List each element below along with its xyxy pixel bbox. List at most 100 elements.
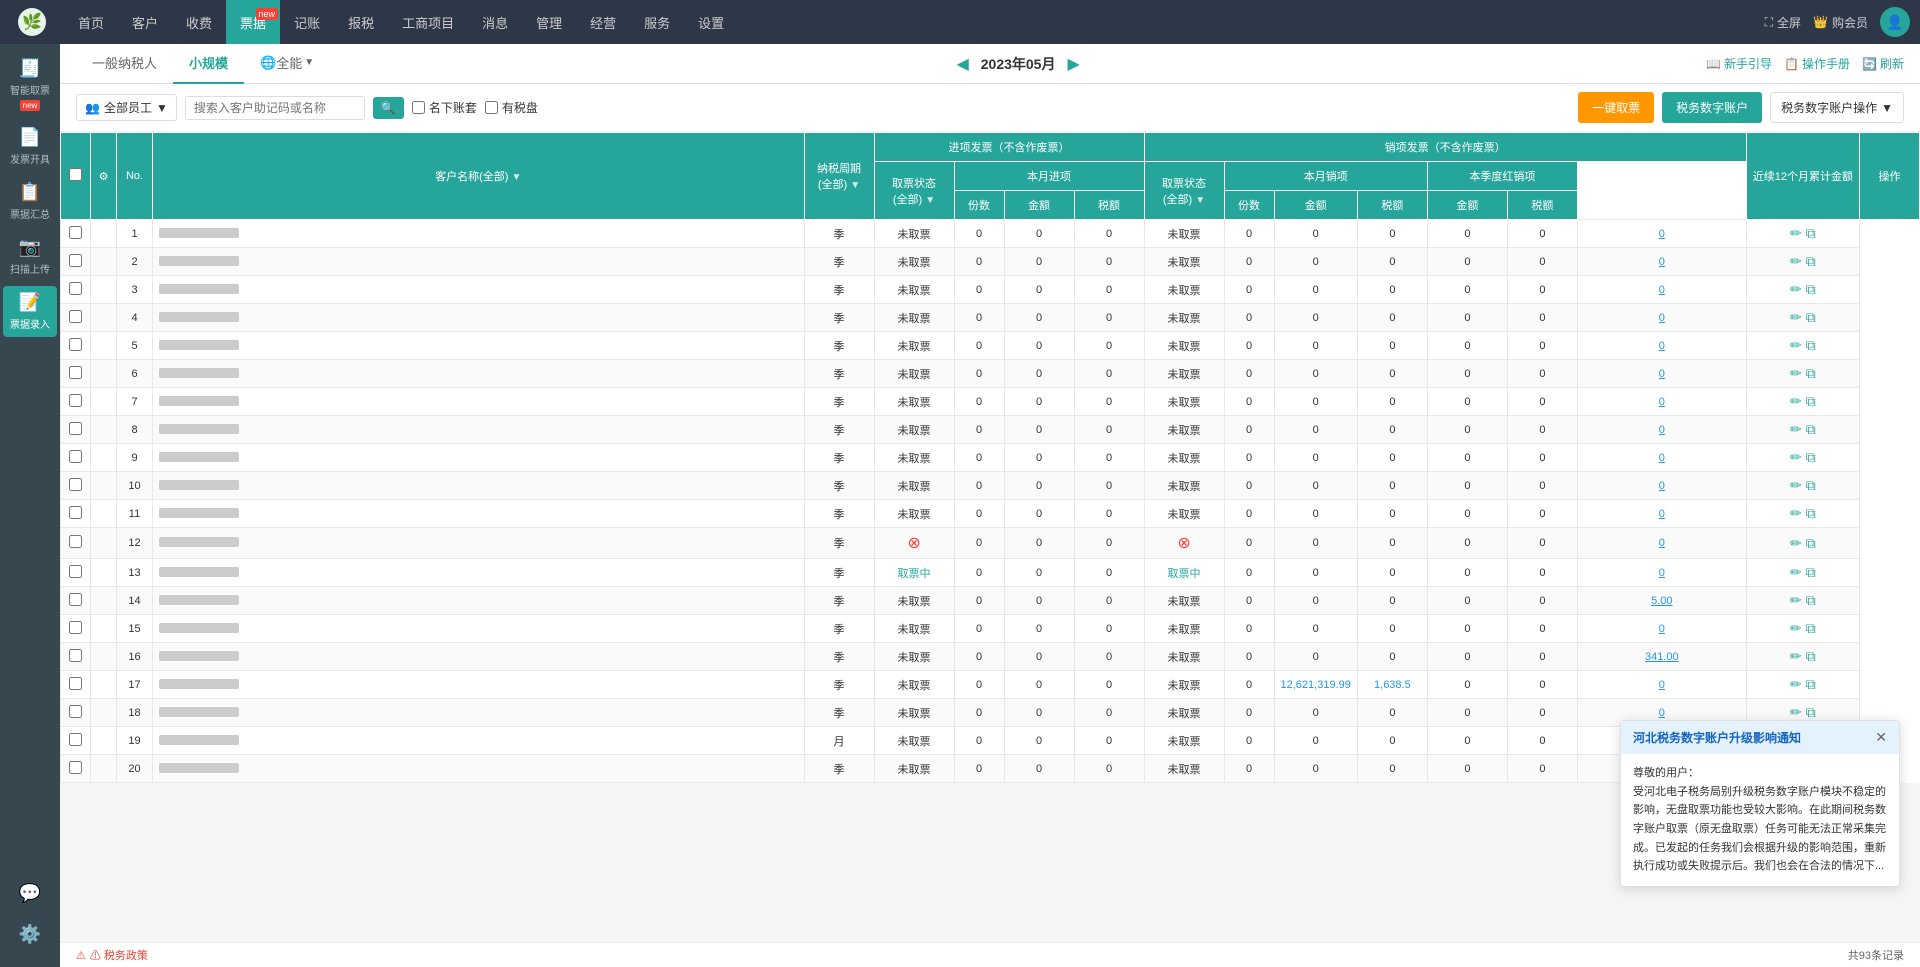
edit-btn[interactable]: ✏ — [1790, 281, 1802, 298]
edit-btn[interactable]: ✏ — [1790, 704, 1802, 721]
has-tax-disk-checkbox[interactable]: 有税盘 — [485, 99, 538, 116]
edit-btn[interactable]: ✏ — [1790, 477, 1802, 494]
column-settings-icon[interactable]: ⚙ — [99, 171, 109, 183]
row-checkbox[interactable] — [69, 366, 82, 379]
sidebar-item-issue-invoice[interactable]: 📄 发票开具 — [3, 121, 57, 172]
copy-btn[interactable]: ⧉ — [1806, 648, 1816, 665]
cumulative-value[interactable]: 0 — [1659, 567, 1665, 579]
has-tax-disk-check[interactable] — [485, 101, 498, 114]
under-account-check[interactable] — [412, 101, 425, 114]
refresh-btn[interactable]: 🔄 刷新 — [1862, 55, 1904, 72]
sidebar-item-settings-bottom[interactable]: ⚙️ — [3, 918, 57, 951]
copy-btn[interactable]: ⧉ — [1806, 676, 1816, 693]
nav-service[interactable]: 服务 — [630, 0, 684, 44]
cumulative-value[interactable]: 0 — [1659, 508, 1665, 520]
row-checkbox[interactable] — [69, 394, 82, 407]
edit-btn[interactable]: ✏ — [1790, 564, 1802, 581]
tax-policy-link[interactable]: ⚠ ⚠ 税务政策 — [76, 947, 148, 963]
manual-btn[interactable]: 📋 操作手册 — [1784, 55, 1850, 72]
edit-btn[interactable]: ✏ — [1790, 535, 1802, 552]
one-click-ticket-btn[interactable]: 一键取票 — [1578, 92, 1654, 123]
tax-digital-account-btn[interactable]: 税务数字账户 — [1662, 92, 1762, 123]
nav-settings[interactable]: 设置 — [684, 0, 738, 44]
edit-btn[interactable]: ✏ — [1790, 449, 1802, 466]
cumulative-value[interactable]: 0 — [1659, 707, 1665, 719]
copy-btn[interactable]: ⧉ — [1806, 449, 1816, 466]
copy-btn[interactable]: ⧉ — [1806, 337, 1816, 354]
edit-btn[interactable]: ✏ — [1790, 365, 1802, 382]
copy-btn[interactable]: ⧉ — [1806, 421, 1816, 438]
nav-management[interactable]: 管理 — [522, 0, 576, 44]
edit-btn[interactable]: ✏ — [1790, 648, 1802, 665]
copy-btn[interactable]: ⧉ — [1806, 281, 1816, 298]
search-input[interactable] — [185, 96, 365, 120]
sidebar-item-help[interactable]: 💬 — [3, 877, 57, 910]
cumulative-value[interactable]: 5.00 — [1651, 595, 1672, 607]
tax-digital-operations-btn[interactable]: 税务数字账户操作 ▼ — [1770, 92, 1904, 123]
nav-invoice[interactable]: 票据 new — [226, 0, 280, 44]
row-checkbox[interactable] — [69, 593, 82, 606]
edit-btn[interactable]: ✏ — [1790, 620, 1802, 637]
row-checkbox[interactable] — [69, 565, 82, 578]
row-checkbox[interactable] — [69, 649, 82, 662]
copy-btn[interactable]: ⧉ — [1806, 505, 1816, 522]
nav-billing[interactable]: 收费 — [172, 0, 226, 44]
tab-general-taxpayer[interactable]: 一般纳税人 — [76, 44, 173, 84]
nav-message[interactable]: 消息 — [468, 0, 522, 44]
row-checkbox[interactable] — [69, 450, 82, 463]
under-account-checkbox[interactable]: 名下账套 — [412, 99, 477, 116]
row-checkbox[interactable] — [69, 621, 82, 634]
copy-btn[interactable]: ⧉ — [1806, 309, 1816, 326]
fullscreen-btn[interactable]: ⛶ 全屏 — [1765, 14, 1801, 31]
copy-btn[interactable]: ⧉ — [1806, 393, 1816, 410]
cumulative-value[interactable]: 0 — [1659, 480, 1665, 492]
edit-btn[interactable]: ✏ — [1790, 393, 1802, 410]
row-checkbox[interactable] — [69, 422, 82, 435]
copy-btn[interactable]: ⧉ — [1806, 620, 1816, 637]
cumulative-value[interactable]: 341.00 — [1645, 651, 1679, 663]
copy-btn[interactable]: ⧉ — [1806, 535, 1816, 552]
nav-operation[interactable]: 经营 — [576, 0, 630, 44]
employee-select[interactable]: 👥 全部员工 ▼ — [76, 94, 177, 121]
cumulative-value[interactable]: 0 — [1659, 623, 1665, 635]
edit-btn[interactable]: ✏ — [1790, 676, 1802, 693]
edit-btn[interactable]: ✏ — [1790, 253, 1802, 270]
copy-btn[interactable]: ⧉ — [1806, 225, 1816, 242]
row-checkbox[interactable] — [69, 677, 82, 690]
search-button[interactable]: 🔍 — [373, 97, 404, 119]
copy-btn[interactable]: ⧉ — [1806, 365, 1816, 382]
user-avatar[interactable]: 👤 — [1880, 7, 1910, 37]
cumulative-value[interactable]: 0 — [1659, 312, 1665, 324]
tab-all-capability[interactable]: 🌐 全能 ▼ — [244, 44, 330, 84]
cumulative-value[interactable]: 0 — [1659, 452, 1665, 464]
cumulative-value[interactable]: 0 — [1659, 256, 1665, 268]
row-checkbox[interactable] — [69, 705, 82, 718]
nav-accounting[interactable]: 记账 — [280, 0, 334, 44]
row-checkbox[interactable] — [69, 506, 82, 519]
nav-home[interactable]: 首页 — [64, 0, 118, 44]
cumulative-value[interactable]: 0 — [1659, 228, 1665, 240]
nav-tax[interactable]: 报税 — [334, 0, 388, 44]
period-next-btn[interactable]: ▶ — [1067, 54, 1079, 74]
row-checkbox[interactable] — [69, 226, 82, 239]
cumulative-value[interactable]: 0 — [1659, 284, 1665, 296]
row-checkbox[interactable] — [69, 535, 82, 548]
row-checkbox[interactable] — [69, 310, 82, 323]
row-checkbox[interactable] — [69, 733, 82, 746]
cumulative-value[interactable]: 0 — [1659, 424, 1665, 436]
edit-btn[interactable]: ✏ — [1790, 421, 1802, 438]
cumulative-value[interactable]: 0 — [1659, 679, 1665, 691]
tab-small-scale[interactable]: 小规模 — [173, 44, 244, 84]
edit-btn[interactable]: ✏ — [1790, 337, 1802, 354]
copy-btn[interactable]: ⧉ — [1806, 592, 1816, 609]
row-checkbox[interactable] — [69, 254, 82, 267]
copy-btn[interactable]: ⧉ — [1806, 253, 1816, 270]
sidebar-item-invoice-entry[interactable]: 📝 票据录入 — [3, 286, 57, 337]
row-checkbox[interactable] — [69, 282, 82, 295]
vip-btn[interactable]: 👑 购会员 — [1813, 14, 1868, 31]
notification-close-btn[interactable]: ✕ — [1875, 729, 1887, 746]
nav-customer[interactable]: 客户 — [118, 0, 172, 44]
row-checkbox[interactable] — [69, 338, 82, 351]
copy-btn[interactable]: ⧉ — [1806, 477, 1816, 494]
new-guide-btn[interactable]: 📖 新手引导 — [1706, 55, 1772, 72]
